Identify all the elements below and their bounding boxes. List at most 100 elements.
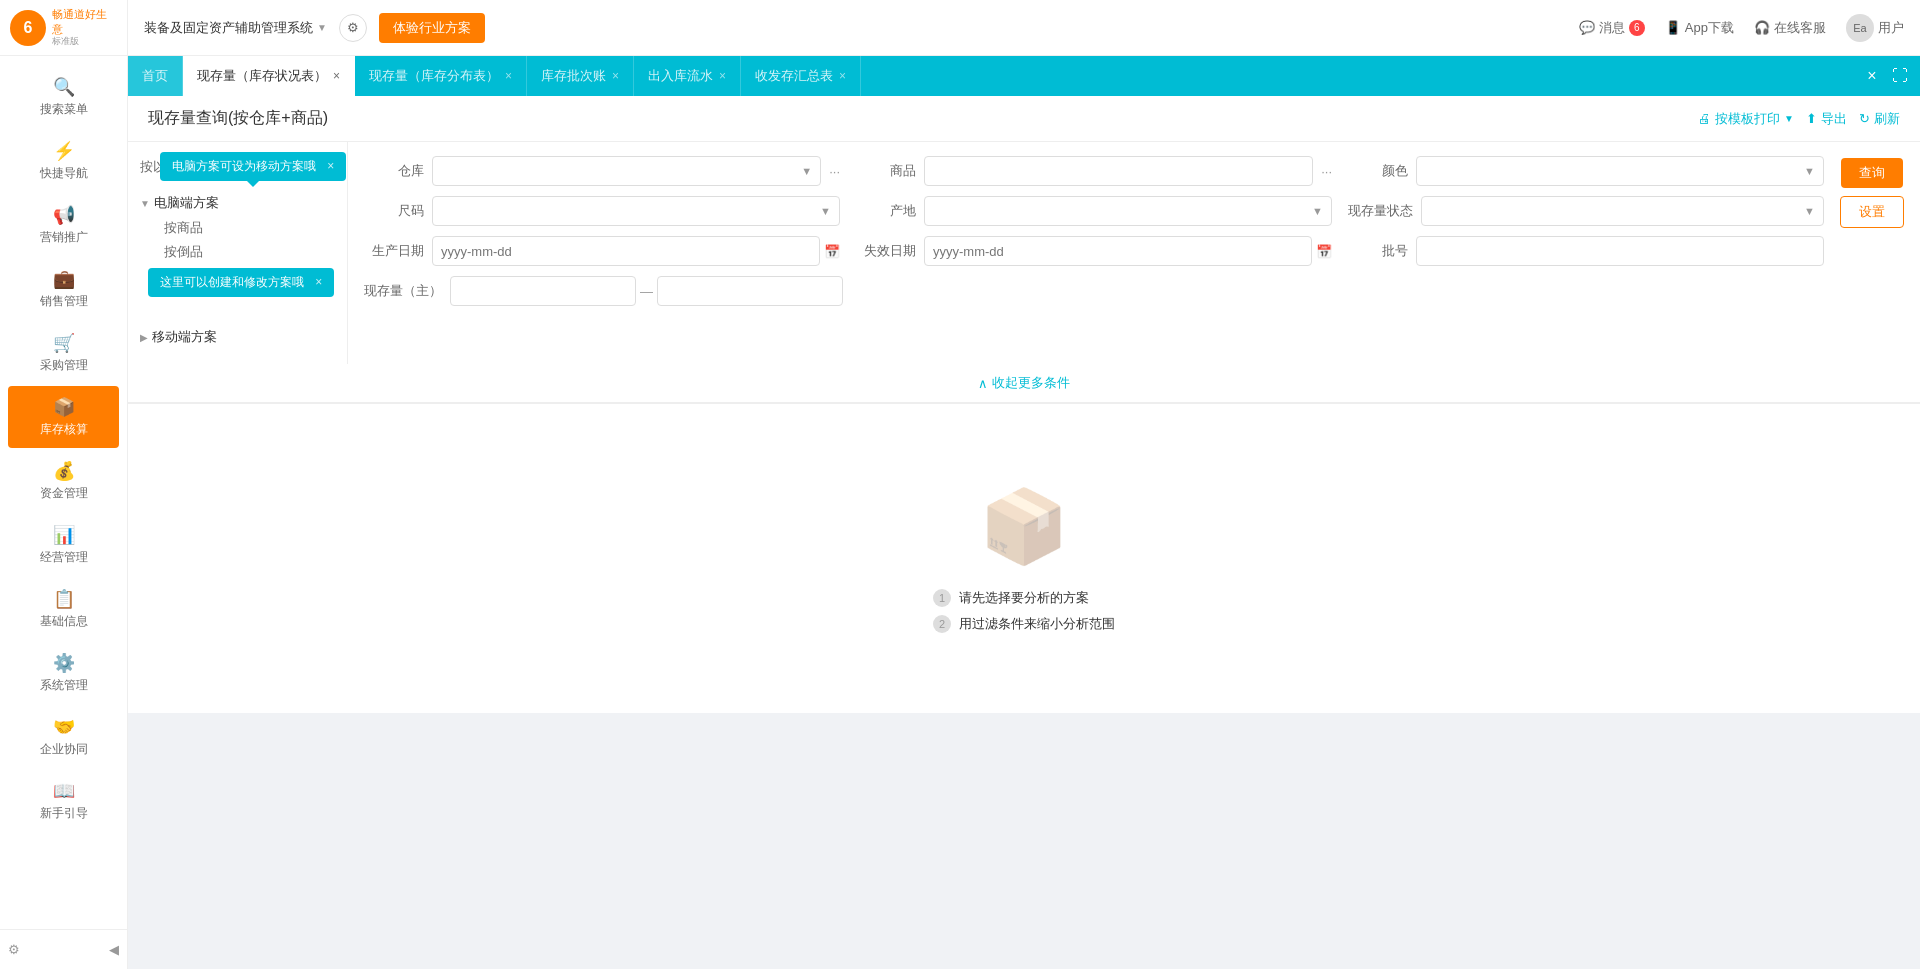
tab-summary[interactable]: 收发存汇总表 × [741, 56, 861, 96]
scheme-mobile-label: 移动端方案 [152, 328, 217, 346]
lightning-icon: ⚡ [53, 140, 75, 162]
refresh-icon: ↻ [1859, 111, 1870, 126]
tab-batch-account[interactable]: 库存批次账 × [527, 56, 634, 96]
export-btn[interactable]: ⬆ 导出 [1806, 110, 1847, 128]
filter-row-4: 现存量（主） — [364, 276, 1824, 306]
expand-arrow-icon[interactable]: ▼ [140, 198, 150, 209]
reset-button[interactable]: 设置 [1840, 196, 1904, 228]
scheme-item-label: 按倒品 [164, 243, 203, 261]
collapse-label: 收起更多条件 [992, 374, 1070, 392]
settings-bottom-btn[interactable]: ⚙ [8, 942, 20, 957]
sidebar-item-marketing[interactable]: 📢 营销推广 [8, 194, 119, 256]
app-download-btn[interactable]: 📱 App下载 [1665, 19, 1734, 37]
main-content: 现存量查询(按仓库+商品) 🖨 按模板打印 ▼ ⬆ 导出 ↻ 刷新 按以下方案查… [128, 96, 1920, 969]
collapse-sidebar-btn[interactable]: ◀ [109, 942, 119, 957]
notifications-btn[interactable]: 💬 消息 6 [1579, 19, 1645, 37]
tooltip1-close[interactable]: × [327, 159, 334, 173]
expiry-date-from[interactable] [924, 236, 1312, 266]
online-support-btn[interactable]: 🎧 在线客服 [1754, 19, 1826, 37]
batch-input[interactable] [1416, 236, 1824, 266]
tooltip-scheme-mobile: 电脑方案可设为移动方案哦 × [160, 152, 346, 181]
sidebar-item-enterprise[interactable]: 🤝 企业协同 [8, 706, 119, 768]
tab-inventory-status[interactable]: 现存量（库存状况表） × [183, 56, 355, 96]
scheme-item-goods[interactable]: 按商品 [156, 216, 335, 240]
calendar-icon[interactable]: 📅 [1316, 244, 1332, 259]
sidebar-item-search[interactable]: 🔍 搜索菜单 [8, 66, 119, 128]
filter-color: 颜色 ▼ [1348, 156, 1824, 186]
size-select[interactable]: ▼ [432, 196, 840, 226]
tab-inventory-distribution[interactable]: 现存量（库存分布表） × [355, 56, 527, 96]
sidebar-item-system[interactable]: ⚙️ 系统管理 [8, 642, 119, 704]
stock-status-select[interactable]: ▼ [1421, 196, 1824, 226]
query-buttons: 查询 设置 [1840, 156, 1904, 228]
sidebar-item-sales[interactable]: 💼 销售管理 [8, 258, 119, 320]
expand-arrow-icon[interactable]: ▶ [140, 332, 148, 343]
origin-select[interactable]: ▼ [924, 196, 1332, 226]
sidebar-item-management[interactable]: 📊 经营管理 [8, 514, 119, 576]
filter-layout: 按以下方案查询 + ↻ « 电脑方案可设为移动方案哦 × ▼ 电脑 [128, 142, 1920, 364]
refresh-btn[interactable]: ↻ 刷新 [1859, 110, 1900, 128]
warehouse-select[interactable]: ▼ [432, 156, 821, 186]
maximize-btn[interactable]: ⛶ [1888, 64, 1912, 88]
app-download-label: App下载 [1685, 19, 1734, 37]
goods-select[interactable] [924, 156, 1313, 186]
sidebar-nav: 🔍 搜索菜单 ⚡ 快捷导航 📢 营销推广 💼 销售管理 🛒 采购管理 📦 库存核… [0, 56, 127, 929]
sidebar-item-guide[interactable]: 📖 新手引导 [8, 770, 119, 832]
system-selector[interactable]: 装备及固定资产辅助管理系统 ▼ [144, 19, 327, 37]
user-label: 用户 [1878, 19, 1904, 37]
tab-label: 库存批次账 [541, 67, 606, 85]
chevron-down-icon: ▼ [820, 205, 831, 217]
empty-instructions: 1 请先选择要分析的方案 2 用过滤条件来缩小分析范围 [933, 589, 1115, 633]
handshake-icon: 🤝 [53, 716, 75, 738]
experience-button[interactable]: 体验行业方案 [379, 13, 485, 43]
logo-area: 6 畅通道好生意 标准版 [0, 0, 127, 56]
filter-size: 尺码 ▼ [364, 196, 840, 226]
avatar: Ea [1846, 14, 1874, 42]
tab-close-icon[interactable]: × [612, 69, 619, 83]
print-btn[interactable]: 🖨 按模板打印 ▼ [1698, 110, 1794, 128]
tab-flow[interactable]: 出入库流水 × [634, 56, 741, 96]
tab-label: 出入库流水 [648, 67, 713, 85]
money-icon: 💰 [53, 460, 75, 482]
page-title: 现存量查询(按仓库+商品) [148, 108, 328, 129]
empty-state: 📦 1 请先选择要分析的方案 2 用过滤条件来缩小分析范围 [128, 404, 1920, 713]
goods-dots[interactable]: ··· [1321, 164, 1332, 179]
filter-row-2: 尺码 ▼ 产地 ▼ [364, 196, 1824, 226]
tab-close-icon[interactable]: × [333, 69, 340, 83]
filter-origin: 产地 ▼ [856, 196, 1332, 226]
production-date-from[interactable] [432, 236, 820, 266]
scheme-item-dao[interactable]: 按倒品 [156, 240, 335, 264]
close-all-tabs-btn[interactable]: × [1860, 64, 1884, 88]
calendar-icon[interactable]: 📅 [824, 244, 840, 259]
color-select[interactable]: ▼ [1416, 156, 1824, 186]
scheme-item-label: 按商品 [164, 219, 203, 237]
tooltip2-close[interactable]: × [315, 275, 322, 289]
tab-close-icon[interactable]: × [505, 69, 512, 83]
sidebar-item-finance[interactable]: 💰 资金管理 [8, 450, 119, 512]
filter-warehouse: 仓库 ▼ ··· [364, 156, 840, 186]
stock-amount-from[interactable] [450, 276, 636, 306]
chevron-down-icon: ▼ [1804, 205, 1815, 217]
warehouse-dots[interactable]: ··· [829, 164, 840, 179]
sidebar-item-inventory[interactable]: 📦 库存核算 [8, 386, 119, 448]
tooltip-create-scheme: 这里可以创建和修改方案哦 × [148, 268, 334, 297]
chevron-down-icon: ▼ [1784, 113, 1794, 124]
filter-section: 按以下方案查询 + ↻ « 电脑方案可设为移动方案哦 × ▼ 电脑 [128, 142, 1920, 404]
sidebar-bottom: ⚙ ◀ [0, 929, 127, 969]
tab-close-icon[interactable]: × [719, 69, 726, 83]
query-button[interactable]: 查询 [1841, 158, 1903, 188]
sidebar-item-basic[interactable]: 📋 基础信息 [8, 578, 119, 640]
tabs-bar: 首页 现存量（库存状况表） × 现存量（库存分布表） × 库存批次账 × 出入库… [128, 56, 1920, 96]
step-1-text: 请先选择要分析的方案 [959, 589, 1089, 607]
stock-amount-to[interactable] [657, 276, 843, 306]
sidebar-item-quicknav[interactable]: ⚡ 快捷导航 [8, 130, 119, 192]
collapse-bar[interactable]: ∧ 收起更多条件 [128, 364, 1920, 403]
sidebar-item-purchase[interactable]: 🛒 采购管理 [8, 322, 119, 384]
tab-home[interactable]: 首页 [128, 56, 183, 96]
header-left: 装备及固定资产辅助管理系统 ▼ ⚙ 体验行业方案 [144, 13, 485, 43]
settings-button[interactable]: ⚙ [339, 14, 367, 42]
user-area[interactable]: Ea 用户 [1846, 14, 1904, 42]
logo-icon: 6 [10, 10, 46, 46]
phone-icon: 📱 [1665, 20, 1681, 35]
tab-close-icon[interactable]: × [839, 69, 846, 83]
